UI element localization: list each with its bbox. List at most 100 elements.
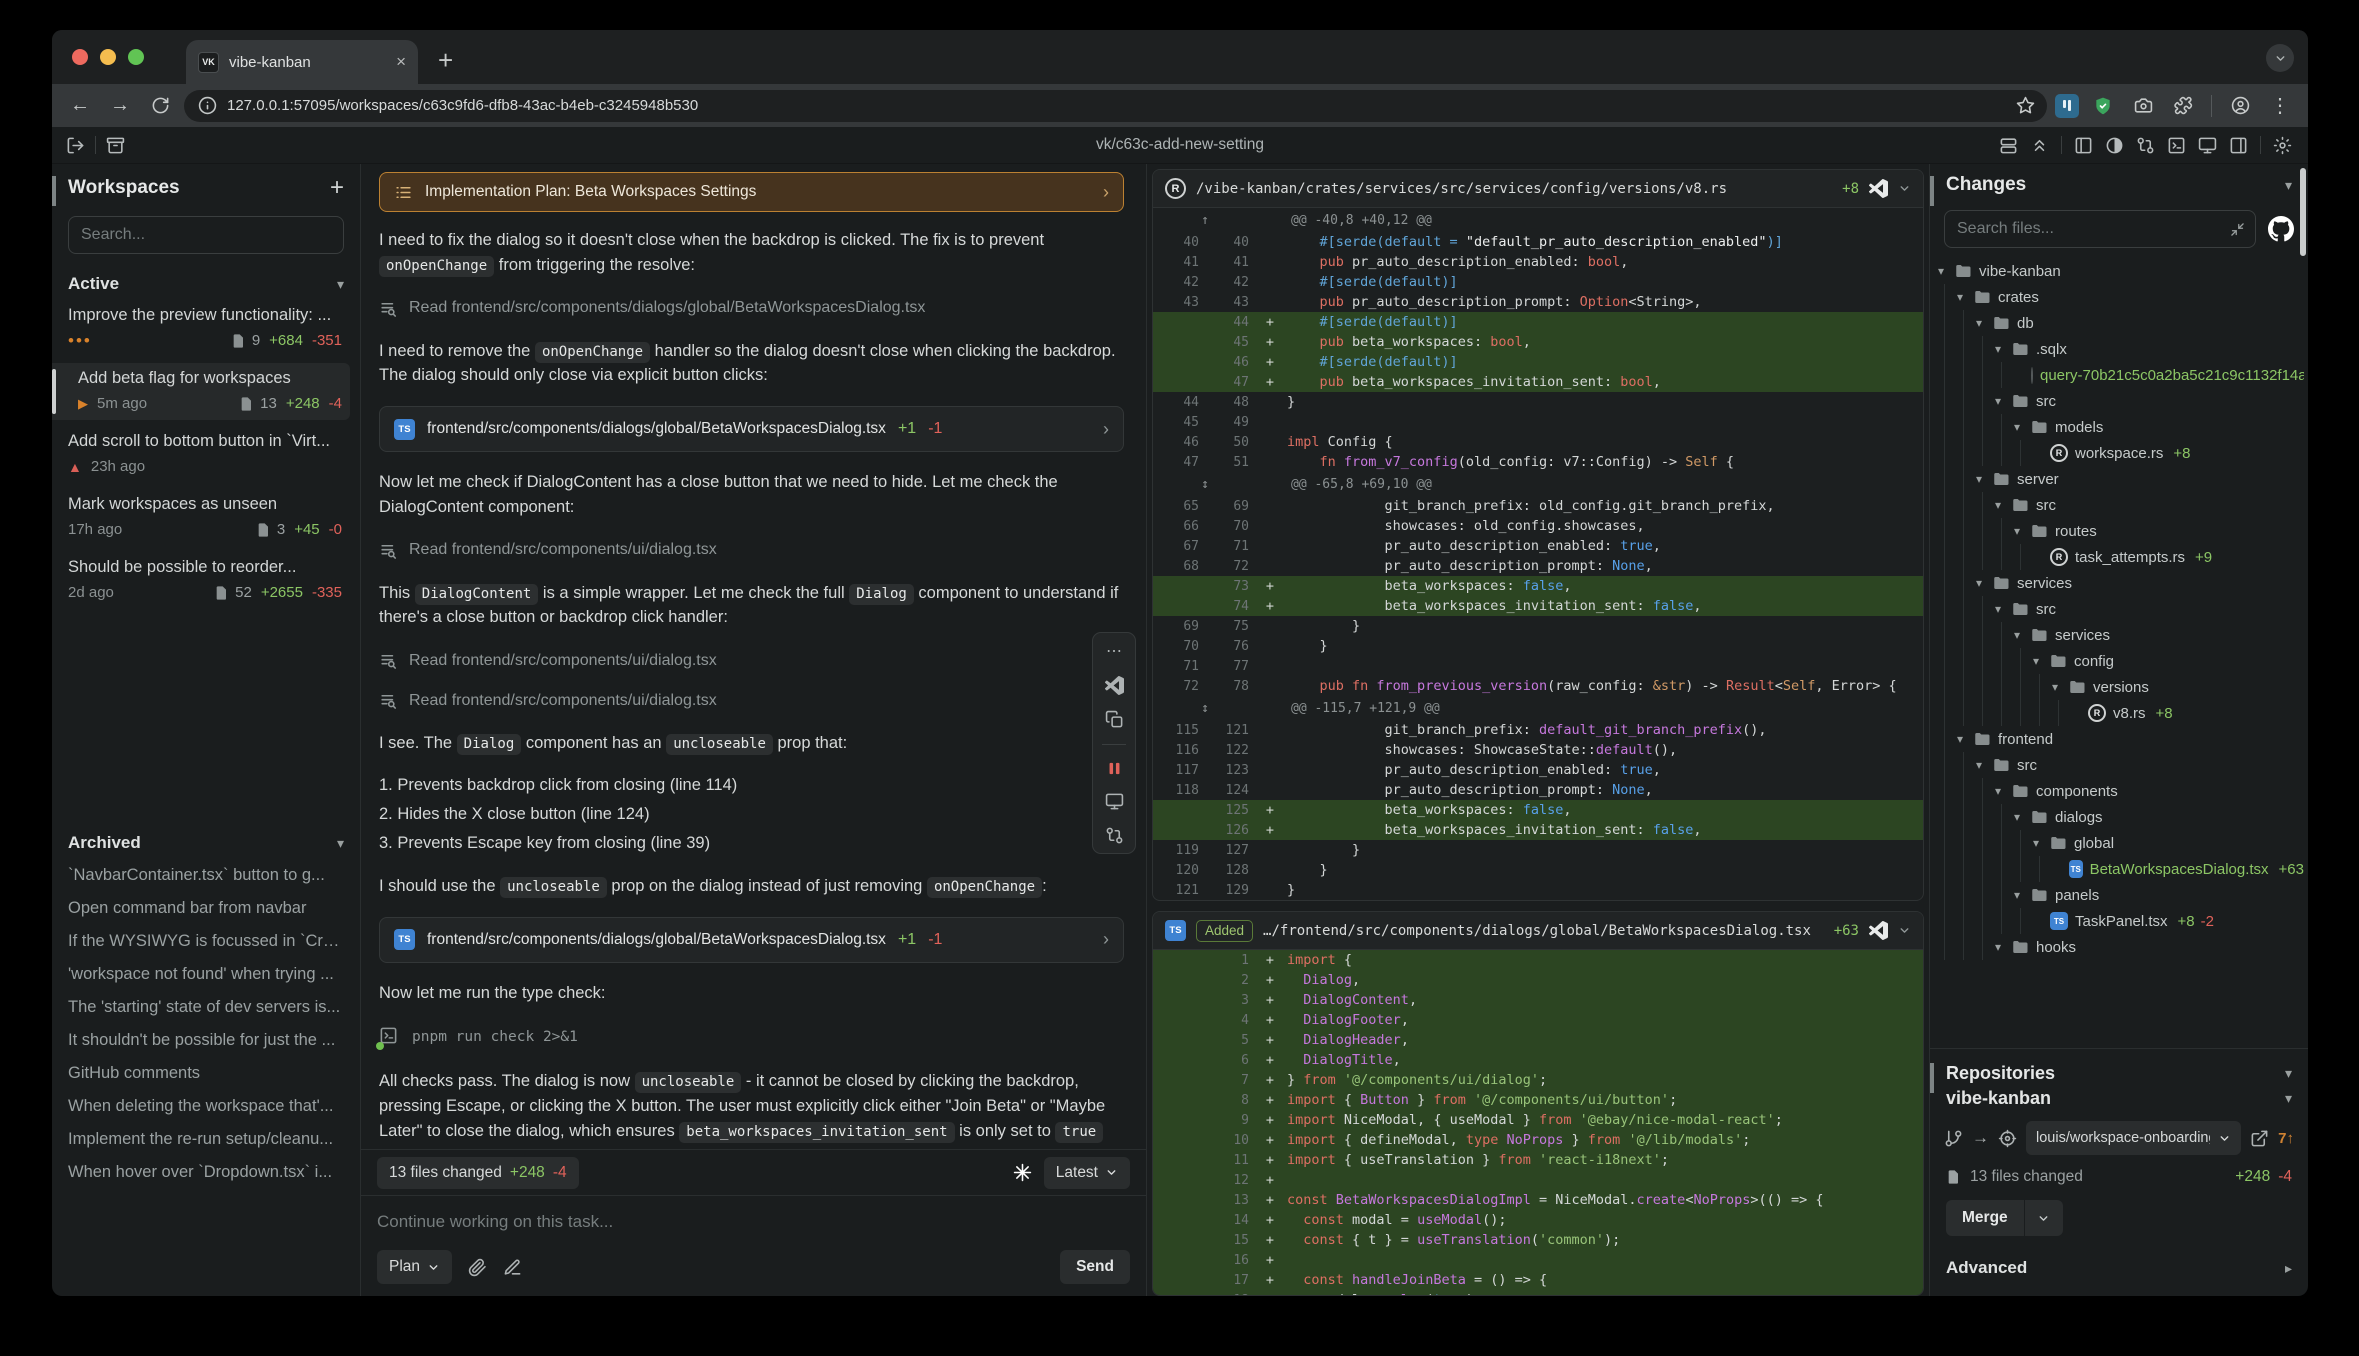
- task-message-input[interactable]: [377, 1212, 1130, 1232]
- tree-file-row[interactable]: TS BetaWorkspacesDialog.tsx +63: [1938, 856, 2304, 882]
- settings-gear-icon[interactable]: [2273, 136, 2292, 155]
- archived-workspace-item[interactable]: When deleting the workspace that'...: [68, 1090, 344, 1123]
- expand-hunk-icon[interactable]: ↑: [1153, 213, 1257, 228]
- chevron-down-icon[interactable]: ▾: [1976, 576, 1992, 590]
- merge-button[interactable]: Merge: [1946, 1200, 2025, 1236]
- file-change-card[interactable]: TS frontend/src/components/dialogs/global…: [379, 406, 1124, 452]
- chevron-down-icon[interactable]: ▾: [2014, 524, 2030, 538]
- edit-pen-icon[interactable]: [503, 1258, 522, 1277]
- tree-folder-row[interactable]: ▾ services: [1938, 622, 2304, 648]
- profile-icon[interactable]: [2224, 90, 2256, 122]
- tree-file-row[interactable]: query-70b21c5c0a2ba5c21c9c1132f14a68: [1938, 362, 2304, 388]
- chevron-down-icon[interactable]: ▾: [1995, 498, 2011, 512]
- chevron-down-icon[interactable]: ▾: [2014, 810, 2030, 824]
- tree-folder-row[interactable]: ▾ dialogs: [1938, 804, 2304, 830]
- copy-icon[interactable]: [1105, 710, 1124, 729]
- address-bar[interactable]: 127.0.0.1:57095/workspaces/c63c9fd6-dfb8…: [184, 89, 2047, 122]
- chevron-down-icon[interactable]: ▾: [1938, 264, 1954, 278]
- diff-panel-header[interactable]: TS Added …/frontend/src/components/dialogs…: [1153, 912, 1923, 950]
- workspace-item[interactable]: Should be possible to reorder... 2d ago 52…: [52, 552, 350, 609]
- chevron-down-icon[interactable]: ▾: [1995, 940, 2011, 954]
- browser-menu-icon[interactable]: ⋮: [2264, 90, 2296, 122]
- archived-workspace-item[interactable]: Open command bar from navbar: [68, 892, 344, 925]
- site-info-icon[interactable]: [198, 96, 217, 115]
- add-workspace-button[interactable]: +: [330, 174, 344, 202]
- tree-folder-row[interactable]: ▾ crates: [1938, 284, 2304, 310]
- more-actions-icon[interactable]: ⋯: [1106, 641, 1122, 661]
- tree-file-row[interactable]: TS TaskPanel.tsx +8 -2: [1938, 908, 2304, 934]
- tree-folder-row[interactable]: ▾ src: [1938, 752, 2304, 778]
- tree-file-row[interactable]: Rtask_attempts.rs +9: [1938, 544, 2304, 570]
- archived-workspace-item[interactable]: 'workspace not found' when trying ...: [68, 958, 344, 991]
- file-search[interactable]: [1944, 210, 2256, 248]
- vscode-icon[interactable]: [1104, 676, 1124, 695]
- collapse-tree-icon[interactable]: [2230, 222, 2245, 237]
- tool-call-row[interactable]: Read frontend/src/components/ui/dialog.t…: [379, 651, 1124, 670]
- archived-workspace-item[interactable]: `NavbarContainer.tsx` button to g...: [68, 859, 344, 892]
- workspace-item[interactable]: Improve the preview functionality: ... ••…: [52, 300, 350, 357]
- tree-folder-row[interactable]: ▾ hooks: [1938, 934, 2304, 960]
- workspace-item[interactable]: Add scroll to bottom button in `Virt... ▲…: [52, 426, 350, 483]
- tree-folder-row[interactable]: ▾ src: [1938, 388, 2304, 414]
- active-section-header[interactable]: Active ▾: [52, 274, 360, 294]
- file-search-input[interactable]: [1957, 220, 2222, 238]
- panel-right-icon[interactable]: [2229, 136, 2248, 155]
- tree-folder-row[interactable]: ▾ config: [1938, 648, 2304, 674]
- archived-workspace-item[interactable]: If the WYSIWYG is focussed in `Cre...: [68, 925, 344, 958]
- scrollbar-thumb[interactable]: [2300, 168, 2306, 256]
- diff-panel-header[interactable]: R/vibe-kanban/crates/services/src/servic…: [1153, 170, 1923, 208]
- chevron-down-icon[interactable]: ▾: [1995, 784, 2011, 798]
- tool-call-row[interactable]: Read frontend/src/components/dialogs/glo…: [379, 299, 1124, 318]
- chevron-down-icon[interactable]: ▾: [2285, 177, 2292, 194]
- archive-icon[interactable]: [106, 136, 125, 155]
- browser-tab[interactable]: VK vibe-kanban ×: [186, 40, 418, 84]
- archived-workspace-item[interactable]: The 'starting' state of dev servers is..…: [68, 991, 344, 1024]
- camera-extension-icon[interactable]: [2127, 90, 2159, 122]
- expand-hunk-icon[interactable]: ↕: [1153, 477, 1257, 492]
- tool-call-row[interactable]: Read frontend/src/components/ui/dialog.t…: [379, 691, 1124, 710]
- chevron-down-icon[interactable]: ▾: [2014, 628, 2030, 642]
- archived-section-header[interactable]: Archived ▾: [52, 833, 360, 853]
- files-changed-chip[interactable]: 13 files changed +248 -4: [377, 1156, 579, 1189]
- theme-icon[interactable]: [2105, 136, 2124, 155]
- workspace-item[interactable]: Add beta flag for workspaces ▶ 5m ago 13 +24…: [52, 363, 350, 420]
- chevron-down-icon[interactable]: ▾: [1976, 316, 1992, 330]
- tree-folder-row[interactable]: ▾ models: [1938, 414, 2304, 440]
- tree-folder-row[interactable]: ▾ server: [1938, 466, 2304, 492]
- window-close-button[interactable]: [72, 49, 88, 65]
- workspace-search[interactable]: [68, 216, 344, 254]
- tree-folder-row[interactable]: ▾ services: [1938, 570, 2304, 596]
- chevron-down-icon[interactable]: ▾: [1976, 758, 1992, 772]
- extensions-puzzle-icon[interactable]: [2167, 90, 2199, 122]
- chevron-down-icon[interactable]: ▾: [2052, 680, 2068, 694]
- monitor-icon[interactable]: [1105, 792, 1124, 811]
- expand-hunk-icon[interactable]: ↕: [1153, 701, 1257, 716]
- file-change-card[interactable]: TS frontend/src/components/dialogs/global…: [379, 916, 1124, 963]
- new-tab-button[interactable]: +: [438, 45, 453, 76]
- panel-left-icon[interactable]: [2074, 136, 2093, 155]
- branch-dropdown[interactable]: louis/workspace-onboarding: [2026, 1121, 2242, 1155]
- back-button[interactable]: ←: [64, 90, 96, 122]
- compare-icon[interactable]: [1105, 826, 1124, 845]
- chevron-down-icon[interactable]: ▾: [2033, 836, 2049, 850]
- tab-search-button[interactable]: [2266, 44, 2294, 72]
- bookmark-star-icon[interactable]: [2009, 90, 2041, 122]
- extension-b-icon[interactable]: [2055, 93, 2079, 118]
- github-icon[interactable]: [2268, 216, 2294, 242]
- archived-workspace-item[interactable]: GitHub comments: [68, 1057, 344, 1090]
- tree-folder-row[interactable]: ▾ versions: [1938, 674, 2304, 700]
- chevron-down-icon[interactable]: ▾: [1957, 290, 1973, 304]
- open-external-icon[interactable]: [2250, 1129, 2269, 1148]
- archived-workspace-item[interactable]: Implement the re-run setup/cleanu...: [68, 1123, 344, 1156]
- tree-folder-row[interactable]: ▾ src: [1938, 596, 2304, 622]
- chevron-down-icon[interactable]: [1898, 924, 1911, 937]
- chevron-down-icon[interactable]: ▾: [2033, 654, 2049, 668]
- shield-extension-icon[interactable]: [2087, 90, 2119, 122]
- chevron-down-icon[interactable]: ▾: [1976, 472, 1992, 486]
- chevron-down-icon[interactable]: ▾: [1995, 602, 2011, 616]
- tree-folder-row[interactable]: ▾ src: [1938, 492, 2304, 518]
- preview-monitor-icon[interactable]: [2198, 136, 2217, 155]
- diff-body[interactable]: 1 + import {2 + Dialog, 3 + DialogContent, 4 + …: [1153, 950, 1923, 1295]
- window-minimize-button[interactable]: [100, 49, 116, 65]
- pause-icon[interactable]: [1106, 760, 1123, 777]
